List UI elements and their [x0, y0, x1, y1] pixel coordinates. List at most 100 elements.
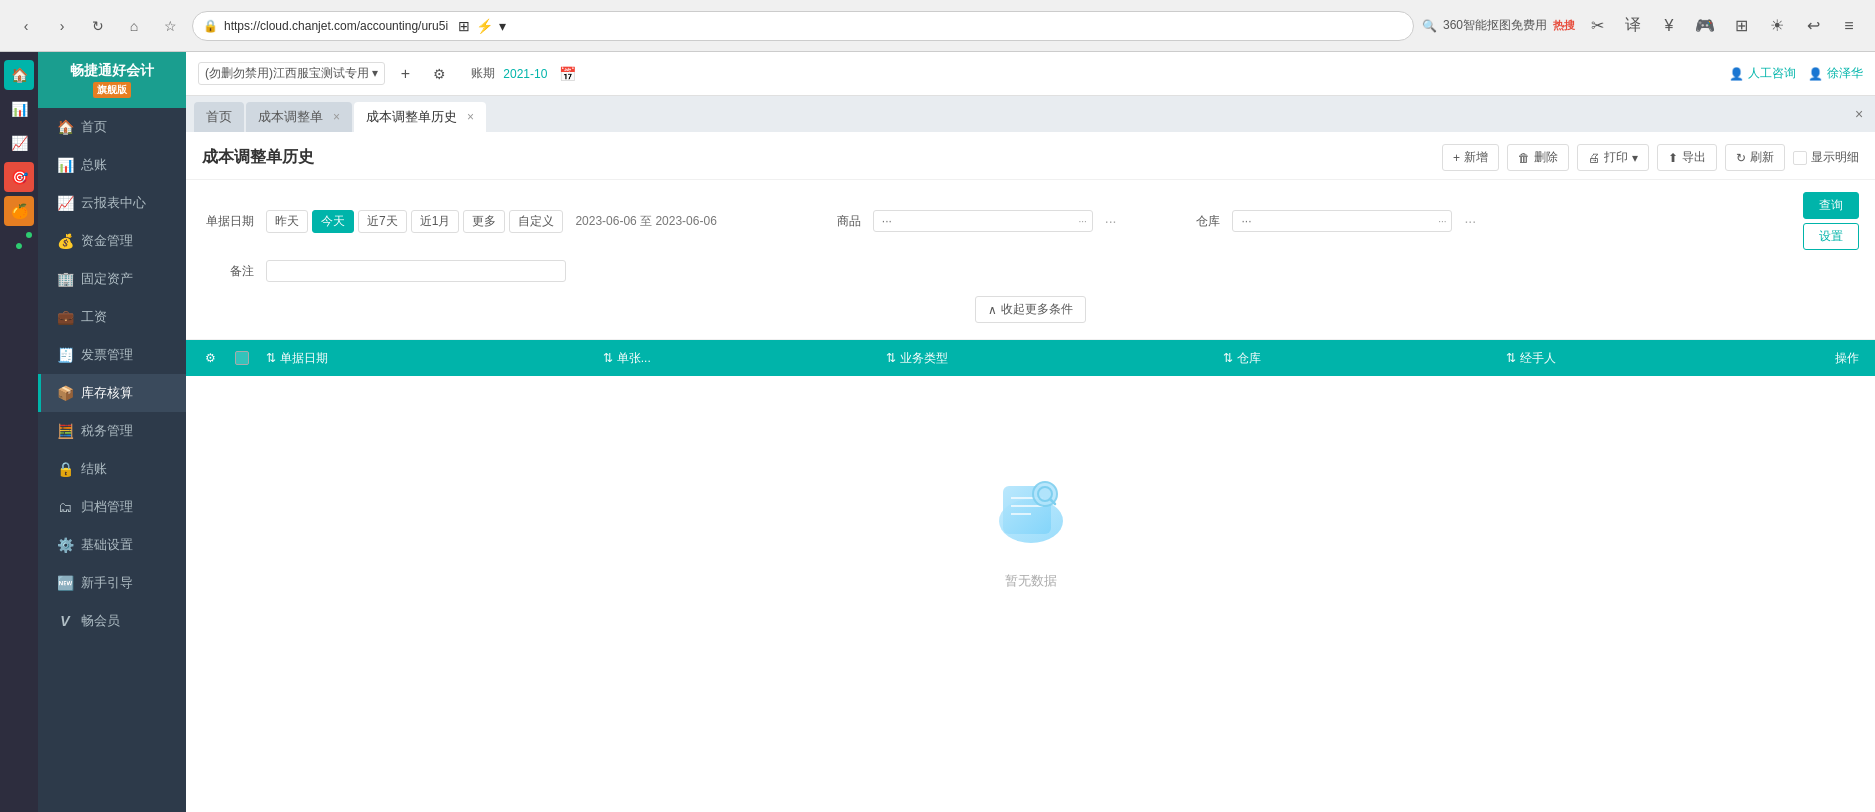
th-operator[interactable]: ⇅ 经手人 [1498, 350, 1835, 367]
sidebar-icon-2[interactable]: 📊 [4, 94, 34, 124]
url-bar[interactable]: 🔒 https://cloud.chanjet.com/accounting/u… [192, 11, 1414, 41]
hot-label: 热搜 [1553, 18, 1575, 33]
th-biz-type-sort-icon: ⇅ [886, 351, 896, 365]
delete-label: 删除 [1534, 149, 1558, 166]
sidebar-icon-green[interactable]: ● [4, 230, 34, 260]
archive-icon: 🗂 [57, 499, 73, 515]
print-icon: 🖨 [1588, 151, 1600, 165]
invoice-icon: 🧾 [57, 347, 73, 363]
goods-select-wrapper [873, 210, 1093, 232]
nav-item-invoice[interactable]: 🧾 发票管理 [38, 336, 186, 374]
th-biz-type[interactable]: ⇅ 业务类型 [878, 350, 1215, 367]
fixed-assets-icon: 🏢 [57, 271, 73, 287]
nav-item-tax[interactable]: 🧮 税务管理 [38, 412, 186, 450]
filter-row-date: 单据日期 昨天 今天 近7天 近1月 [202, 192, 1859, 250]
empty-text: 暂无数据 [1005, 572, 1057, 590]
yesterday-btn[interactable]: 昨天 [266, 210, 308, 233]
tab-cost-adjust-history-label: 成本调整单历史 [366, 108, 457, 126]
refresh-button[interactable]: ↻ [84, 12, 112, 40]
delete-button[interactable]: 🗑 删除 [1507, 144, 1569, 171]
display-cols-checkbox[interactable]: 显示明细 [1793, 149, 1859, 166]
calendar-button[interactable]: 📅 [553, 60, 581, 88]
refresh-button-page[interactable]: ↻ 刷新 [1725, 144, 1785, 171]
nav-item-fixed-assets[interactable]: 🏢 固定资产 [38, 260, 186, 298]
goods-input[interactable] [873, 210, 1093, 232]
tab-home[interactable]: 首页 [194, 102, 244, 132]
today-btn[interactable]: 今天 [312, 210, 354, 233]
apps-button[interactable]: ⊞ [1727, 12, 1755, 40]
user-button[interactable]: 👤 徐泽华 [1808, 65, 1863, 82]
refresh-icon: ↻ [1736, 151, 1746, 165]
logo-sub: 旗舰版 [93, 82, 131, 98]
th-voucher[interactable]: ⇅ 单张... [595, 350, 878, 367]
nav-item-membership[interactable]: V 畅会员 [38, 602, 186, 640]
guide-icon: 🆕 [57, 575, 73, 591]
sidebar-icon-3[interactable]: 📈 [4, 128, 34, 158]
star-button[interactable]: ☆ [156, 12, 184, 40]
search-label: 360智能抠图免费用 [1443, 17, 1547, 34]
search-area[interactable]: 🔍 360智能抠图免费用 热搜 [1422, 17, 1575, 34]
menu-button[interactable]: ≡ [1835, 12, 1863, 40]
th-checkbox[interactable] [226, 351, 258, 365]
scissors-button[interactable]: ✂ [1583, 12, 1611, 40]
tab-cost-adjust-history-close[interactable]: × [467, 110, 474, 124]
back-button[interactable]: ‹ [12, 12, 40, 40]
nav-item-ledger[interactable]: 📊 总账 [38, 146, 186, 184]
collapse-row: ∧ 收起更多条件 [202, 292, 1859, 327]
1month-btn[interactable]: 近1月 [411, 210, 460, 233]
nav-item-settings[interactable]: ⚙️ 基础设置 [38, 526, 186, 564]
ledger-icon: 📊 [57, 157, 73, 173]
nav-item-home[interactable]: 🏠 首页 [38, 108, 186, 146]
nav-item-archive[interactable]: 🗂 归档管理 [38, 488, 186, 526]
nav-sidebar: 畅捷通好会计 旗舰版 🏠 首页 📊 总账 📈 云报表中心 💰 资金管理 🏢 固定… [38, 52, 186, 812]
translate-button[interactable]: 译 [1619, 12, 1647, 40]
forward-button[interactable]: › [48, 12, 76, 40]
closing-icon: 🔒 [57, 461, 73, 477]
service-button[interactable]: 👤 人工咨询 [1729, 65, 1796, 82]
warehouse-select-wrapper [1232, 210, 1452, 232]
th-date[interactable]: ⇅ 单据日期 [258, 350, 595, 367]
main-content: (勿删勿禁用)江西服宝测试专用 ▾ + ⚙ 账期 2021-10 📅 👤 人工咨… [186, 52, 1875, 812]
add-tab-button[interactable]: + [391, 60, 419, 88]
nav-item-funds[interactable]: 💰 资金管理 [38, 222, 186, 260]
home-button[interactable]: ⌂ [120, 12, 148, 40]
remark-input[interactable] [266, 260, 566, 282]
undo-button[interactable]: ↩ [1799, 12, 1827, 40]
new-button[interactable]: + 新增 [1442, 144, 1499, 171]
tab-cost-adjust-close[interactable]: × [333, 110, 340, 124]
sun-button[interactable]: ☀ [1763, 12, 1791, 40]
warehouse-input[interactable] [1232, 210, 1452, 232]
th-warehouse[interactable]: ⇅ 仓库 [1215, 350, 1498, 367]
coin-button[interactable]: ¥ [1655, 12, 1683, 40]
export-button[interactable]: ⬆ 导出 [1657, 144, 1717, 171]
query-button[interactable]: 查询 [1803, 192, 1859, 219]
settings-gear-button[interactable]: ⚙ [425, 60, 453, 88]
sidebar-icon-red[interactable]: 🎯 [4, 162, 34, 192]
avatar-icon: 👤 [1808, 67, 1823, 81]
nav-item-closing[interactable]: 🔒 结账 [38, 450, 186, 488]
tab-cost-adjust[interactable]: 成本调整单 × [246, 102, 352, 132]
company-selector[interactable]: (勿删勿禁用)江西服宝测试专用 ▾ [198, 62, 385, 85]
nav-label-membership: 畅会员 [81, 612, 120, 630]
custom-btn[interactable]: 自定义 [509, 210, 563, 233]
select-all-checkbox[interactable] [235, 351, 249, 365]
empty-icon [981, 456, 1081, 556]
tab-cost-adjust-history[interactable]: 成本调整单历史 × [354, 102, 486, 132]
home-icon: 🏠 [57, 119, 73, 135]
close-all-tabs-button[interactable]: × [1847, 102, 1871, 126]
sidebar-icon-home[interactable]: 🏠 [4, 60, 34, 90]
nav-item-reports[interactable]: 📈 云报表中心 [38, 184, 186, 222]
nav-item-payroll[interactable]: 💼 工资 [38, 298, 186, 336]
sidebar-icon-orange[interactable]: 🍊 [4, 196, 34, 226]
collapse-button[interactable]: ∧ 收起更多条件 [975, 296, 1086, 323]
nav-item-guide[interactable]: 🆕 新手引导 [38, 564, 186, 602]
nav-item-inventory[interactable]: 📦 库存核算 [38, 374, 186, 412]
th-settings[interactable]: ⚙ [194, 351, 226, 365]
filter-settings-button[interactable]: 设置 [1803, 223, 1859, 250]
more-btn[interactable]: 更多 [463, 210, 505, 233]
warehouse-filter-label: 仓库 [1168, 213, 1220, 230]
settings-col-icon: ⚙ [205, 351, 216, 365]
7days-btn[interactable]: 近7天 [358, 210, 407, 233]
game-button[interactable]: 🎮 [1691, 12, 1719, 40]
print-button[interactable]: 🖨 打印 ▾ [1577, 144, 1649, 171]
